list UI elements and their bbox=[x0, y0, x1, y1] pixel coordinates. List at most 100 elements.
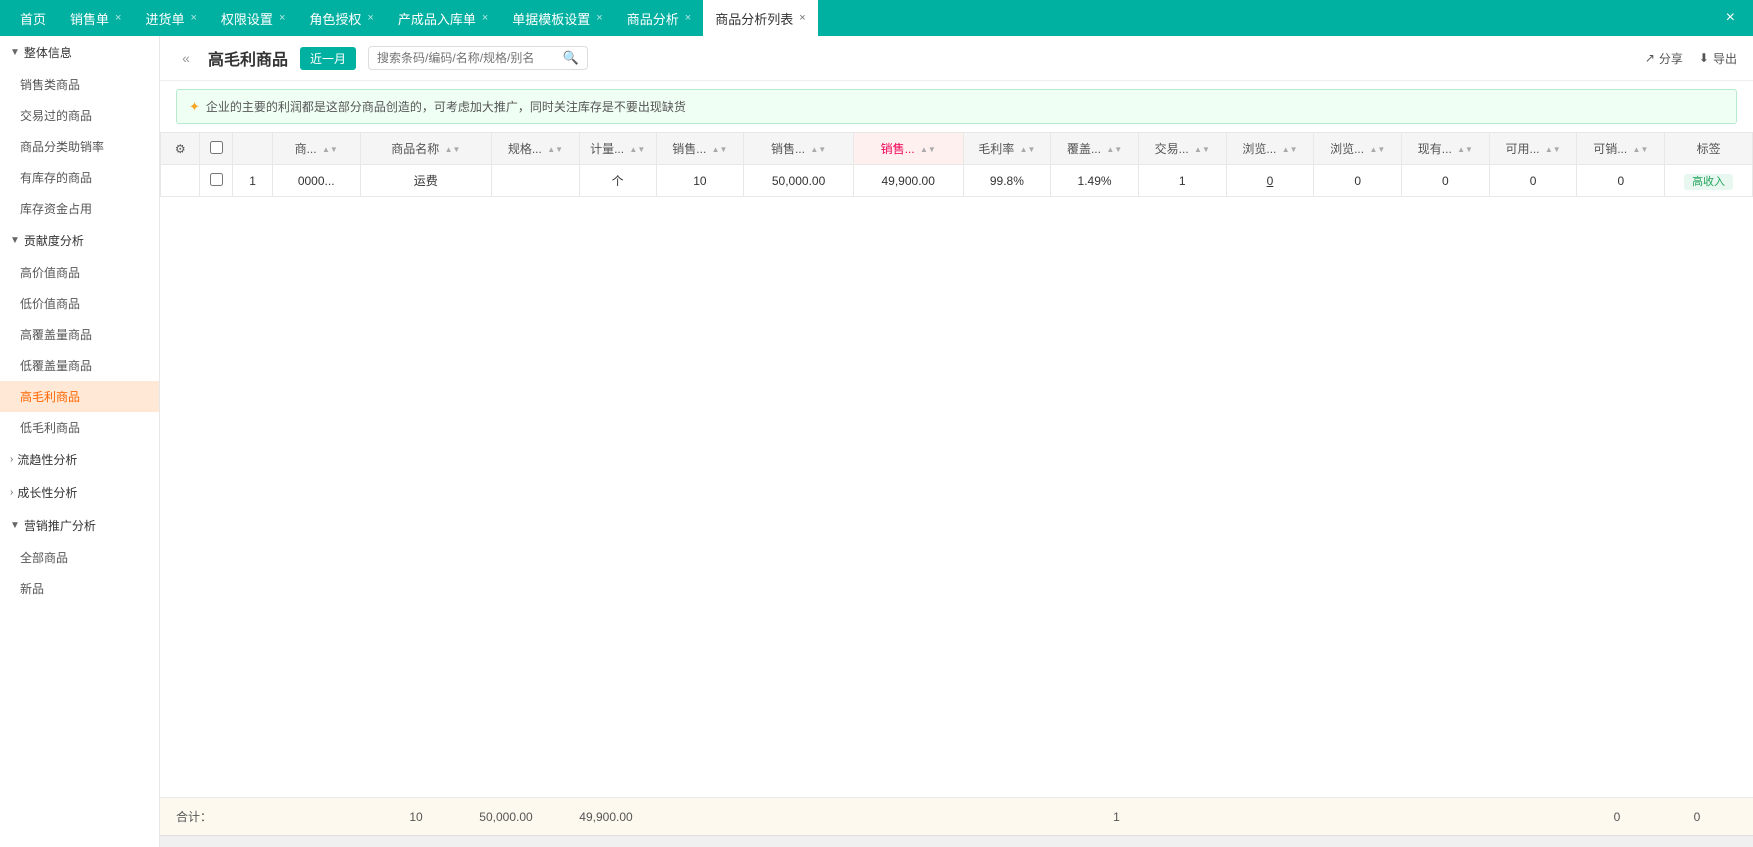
cell-gross-rate: 99.8% bbox=[963, 165, 1051, 197]
close-role-permission[interactable]: × bbox=[367, 12, 373, 24]
sidebar-item-category-assist[interactable]: 商品分类助销率 bbox=[0, 131, 159, 162]
cell-sales-qty: 10 bbox=[656, 165, 744, 197]
cell-available: 0 bbox=[1489, 165, 1577, 197]
col-unit[interactable]: 计量... ▲▼ bbox=[579, 133, 656, 165]
export-button[interactable]: ⬇ 导出 bbox=[1699, 50, 1737, 67]
footer-sales-profit: 49,900.00 bbox=[556, 810, 656, 824]
cell-browse2: 0 bbox=[1314, 165, 1402, 197]
nav-template-settings[interactable]: 单据模板设置 × bbox=[500, 0, 614, 36]
col-sales-profit[interactable]: 销售... ▲▼ bbox=[853, 133, 963, 165]
cell-checkbox bbox=[200, 165, 233, 197]
footer-current-stock: 0 bbox=[1577, 810, 1657, 824]
col-coverage[interactable]: 覆盖... ▲▼ bbox=[1051, 133, 1139, 165]
horizontal-scrollbar[interactable] bbox=[160, 835, 1753, 847]
sidebar-section-trend[interactable]: › 流趋性分析 bbox=[0, 443, 159, 476]
arrow-growth: › bbox=[10, 487, 13, 498]
close-product-analysis-list[interactable]: × bbox=[799, 12, 805, 24]
sidebar-item-low-value[interactable]: 低价值商品 bbox=[0, 288, 159, 319]
total-label: 合计： bbox=[176, 808, 376, 825]
nav-purchase-order[interactable]: 进货单 × bbox=[133, 0, 208, 36]
arrow-overall: ▼ bbox=[10, 47, 20, 58]
close-finished-goods[interactable]: × bbox=[482, 12, 488, 24]
cell-transaction: 1 bbox=[1138, 165, 1226, 197]
cell-sales-amt: 50,000.00 bbox=[744, 165, 854, 197]
col-code[interactable]: 商... ▲▼ bbox=[272, 133, 360, 165]
content-area: « 高毛利商品 近一月 🔍 ↗ 分享 ⬇ 导出 ✦ 企业的主要的利润都是这部 bbox=[160, 36, 1753, 847]
col-sales-qty[interactable]: 销售... ▲▼ bbox=[656, 133, 744, 165]
sidebar-item-all-goods[interactable]: 全部商品 bbox=[0, 542, 159, 573]
sidebar-item-low-coverage[interactable]: 低覆盖量商品 bbox=[0, 350, 159, 381]
col-name[interactable]: 商品名称 ▲▼ bbox=[360, 133, 492, 165]
nav-product-analysis[interactable]: 商品分析 × bbox=[615, 0, 703, 36]
col-transaction[interactable]: 交易... ▲▼ bbox=[1138, 133, 1226, 165]
col-sellable[interactable]: 可销... ▲▼ bbox=[1577, 133, 1665, 165]
sidebar-item-low-margin[interactable]: 低毛利商品 bbox=[0, 412, 159, 443]
table-header-row: ⚙ 商... ▲▼ 商品名称 ▲▼ 规格... ▲ bbox=[161, 133, 1753, 165]
col-gross-rate[interactable]: 毛利率 ▲▼ bbox=[963, 133, 1051, 165]
sidebar-section-overall[interactable]: ▼ 整体信息 bbox=[0, 36, 159, 69]
app-close-button[interactable]: × bbox=[1716, 9, 1745, 27]
close-permission-settings[interactable]: × bbox=[279, 12, 285, 24]
cell-sales-profit: 49,900.00 bbox=[853, 165, 963, 197]
page-title: 高毛利商品 bbox=[208, 46, 288, 70]
col-settings[interactable]: ⚙ bbox=[161, 133, 200, 165]
sidebar-item-high-margin[interactable]: 高毛利商品 bbox=[0, 381, 159, 412]
cell-index: 1 bbox=[233, 165, 272, 197]
cell-coverage: 1.49% bbox=[1051, 165, 1139, 197]
time-filter-button[interactable]: 近一月 bbox=[300, 47, 356, 70]
content-header: « 高毛利商品 近一月 🔍 ↗ 分享 ⬇ 导出 bbox=[160, 36, 1753, 81]
search-icon[interactable]: 🔍 bbox=[563, 50, 579, 66]
close-purchase-order[interactable]: × bbox=[190, 12, 196, 24]
search-input[interactable] bbox=[377, 51, 557, 65]
cell-browse1[interactable]: 0 bbox=[1226, 165, 1314, 197]
sidebar-item-high-value[interactable]: 高价值商品 bbox=[0, 257, 159, 288]
search-box: 🔍 bbox=[368, 46, 588, 70]
sidebar-section-contribution[interactable]: ▼ 贡献度分析 bbox=[0, 224, 159, 257]
sidebar-item-traded-goods[interactable]: 交易过的商品 bbox=[0, 100, 159, 131]
col-tag[interactable]: 标签 bbox=[1665, 133, 1753, 165]
share-icon: ↗ bbox=[1645, 51, 1655, 65]
nav-permission-settings[interactable]: 权限设置 × bbox=[209, 0, 297, 36]
close-sales-order[interactable]: × bbox=[115, 12, 121, 24]
arrow-contribution: ▼ bbox=[10, 235, 20, 246]
sidebar-section-marketing[interactable]: ▼ 营销推广分析 bbox=[0, 509, 159, 542]
sidebar-item-sales-goods[interactable]: 销售类商品 bbox=[0, 69, 159, 100]
cell-current-stock: 0 bbox=[1402, 165, 1490, 197]
footer-transaction: 1 bbox=[1077, 810, 1157, 824]
nav-sales-order[interactable]: 销售单 × bbox=[58, 0, 133, 36]
col-browse1[interactable]: 浏览... ▲▼ bbox=[1226, 133, 1314, 165]
arrow-marketing: ▼ bbox=[10, 520, 20, 531]
col-spec[interactable]: 规格... ▲▼ bbox=[492, 133, 580, 165]
arrow-trend: › bbox=[10, 454, 13, 465]
sidebar-collapse-button[interactable]: « bbox=[176, 48, 196, 68]
nav-home[interactable]: 首页 bbox=[8, 0, 58, 36]
row-checkbox[interactable] bbox=[210, 173, 223, 186]
close-template-settings[interactable]: × bbox=[596, 12, 602, 24]
cell-code: 0000... bbox=[272, 165, 360, 197]
table-row: 1 0000... 运费 个 bbox=[161, 165, 1753, 197]
cell-tag: 高收入 bbox=[1665, 165, 1753, 197]
share-button[interactable]: ↗ 分享 bbox=[1645, 50, 1683, 67]
col-available[interactable]: 可用... ▲▼ bbox=[1489, 133, 1577, 165]
sidebar-item-new-goods[interactable]: 新品 bbox=[0, 573, 159, 604]
col-sales-amt[interactable]: 销售... ▲▼ bbox=[744, 133, 854, 165]
close-product-analysis[interactable]: × bbox=[685, 12, 691, 24]
cell-settings bbox=[161, 165, 200, 197]
col-checkbox bbox=[200, 133, 233, 165]
sidebar: ▼ 整体信息 销售类商品 交易过的商品 商品分类助销率 有库存的商品 库存资金占… bbox=[0, 36, 160, 847]
sidebar-section-growth[interactable]: › 成长性分析 bbox=[0, 476, 159, 509]
sidebar-item-high-coverage[interactable]: 高覆盖量商品 bbox=[0, 319, 159, 350]
nav-product-analysis-list[interactable]: 商品分析列表 × bbox=[703, 0, 817, 36]
footer-sales-qty: 10 bbox=[376, 810, 456, 824]
sidebar-item-stock-capital[interactable]: 库存资金占用 bbox=[0, 193, 159, 224]
nav-role-permission[interactable]: 角色授权 × bbox=[297, 0, 385, 36]
sidebar-item-stocked-goods[interactable]: 有库存的商品 bbox=[0, 162, 159, 193]
export-icon: ⬇ bbox=[1699, 51, 1709, 65]
col-browse2[interactable]: 浏览... ▲▼ bbox=[1314, 133, 1402, 165]
nav-finished-goods[interactable]: 产成品入库单 × bbox=[386, 0, 500, 36]
table-wrapper: ⚙ 商... ▲▼ 商品名称 ▲▼ 规格... ▲ bbox=[160, 132, 1753, 797]
cell-unit: 个 bbox=[579, 165, 656, 197]
footer-available: 0 bbox=[1657, 810, 1737, 824]
col-current-stock[interactable]: 现有... ▲▼ bbox=[1402, 133, 1490, 165]
select-all-checkbox[interactable] bbox=[210, 141, 223, 154]
